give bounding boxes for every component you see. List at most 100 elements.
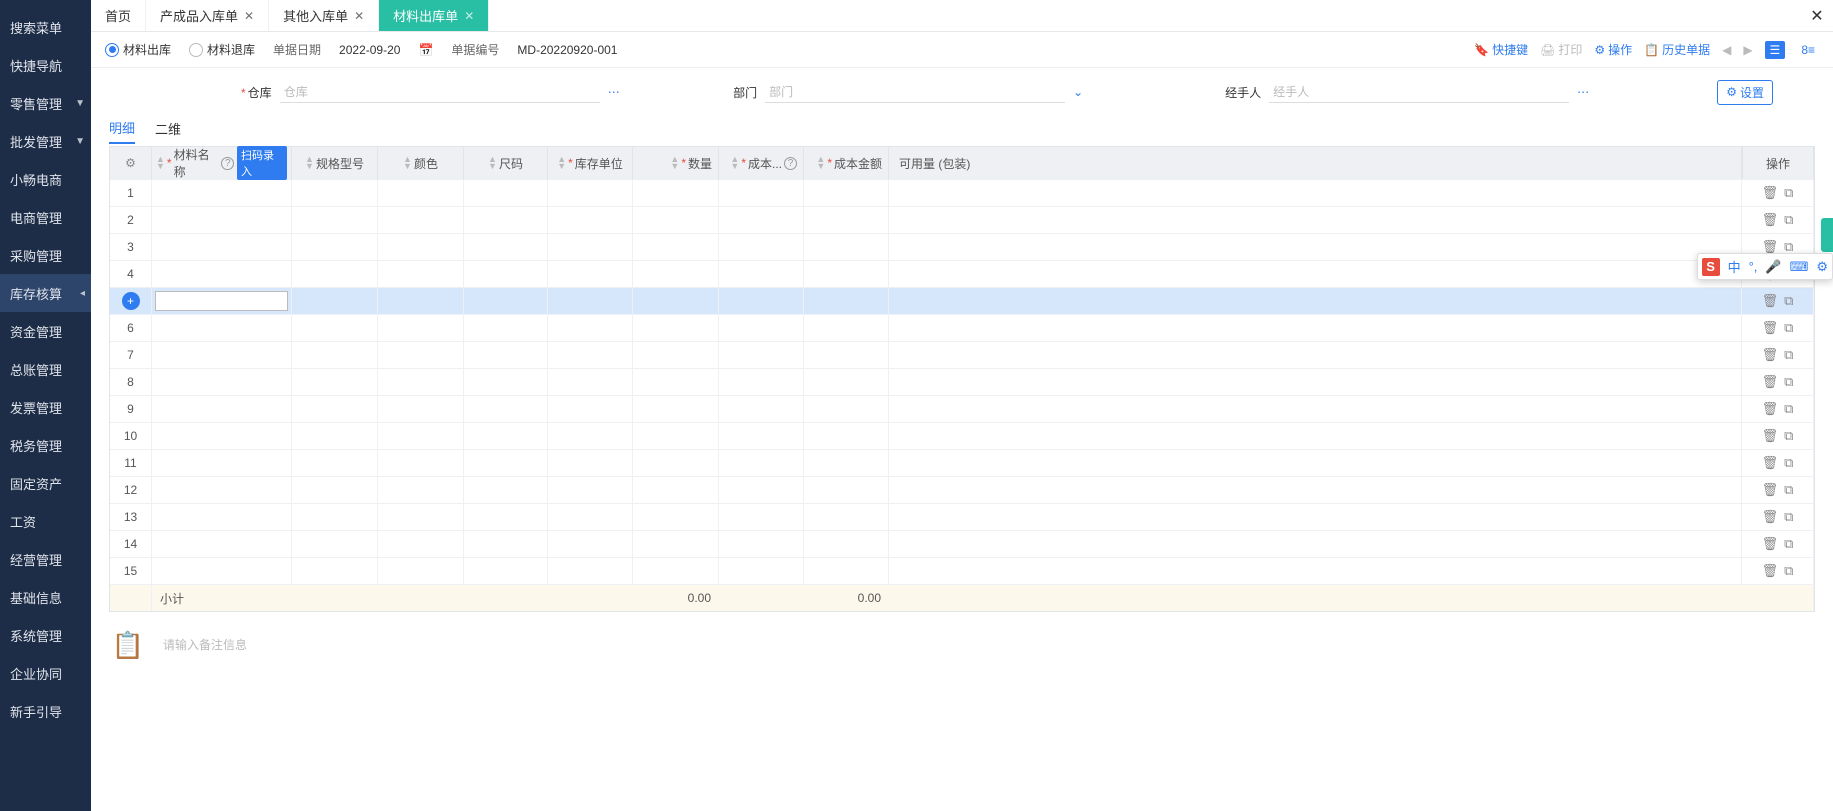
sidebar-item-15[interactable]: 基础信息 bbox=[0, 578, 91, 616]
tab-detail[interactable]: 明细 bbox=[109, 118, 135, 144]
table-row[interactable]: 10🗑⧉ bbox=[110, 422, 1814, 449]
delete-row-icon[interactable]: 🗑 bbox=[1762, 212, 1779, 228]
col-qty[interactable]: ▲▼*数量 bbox=[633, 147, 719, 179]
table-row[interactable]: 15🗑⧉ bbox=[110, 557, 1814, 584]
sidebar-item-11[interactable]: 税务管理 bbox=[0, 426, 91, 464]
help-icon[interactable]: ? bbox=[784, 157, 797, 170]
table-row[interactable]: 6🗑⧉ bbox=[110, 314, 1814, 341]
column-settings-icon[interactable]: ⚙ bbox=[110, 147, 152, 179]
sidebar-item-8[interactable]: 资金管理 bbox=[0, 312, 91, 350]
insert-row-icon[interactable]: ⧉ bbox=[1784, 347, 1793, 363]
sidebar-item-4[interactable]: 小畅电商 bbox=[0, 160, 91, 198]
sidebar-item-2[interactable]: 零售管理▼ bbox=[0, 84, 91, 122]
col-amount[interactable]: ▲▼*成本金额 bbox=[804, 147, 889, 179]
tab-3[interactable]: 材料出库单✕ bbox=[379, 0, 489, 31]
col-unit[interactable]: ▲▼*库存单位 bbox=[548, 147, 633, 179]
insert-row-icon[interactable]: ⧉ bbox=[1784, 401, 1793, 417]
tab-2[interactable]: 其他入库单✕ bbox=[269, 0, 379, 31]
col-cost[interactable]: ▲▼*成本...? bbox=[719, 147, 804, 179]
table-row[interactable]: 7🗑⧉ bbox=[110, 341, 1814, 368]
shortcut-button[interactable]: 🔖 快捷键 bbox=[1474, 41, 1528, 58]
radio-material-out[interactable]: 材料出库 bbox=[105, 41, 171, 58]
next-doc[interactable]: ▶ bbox=[1743, 43, 1752, 57]
action-button[interactable]: ⚙ 操作 bbox=[1594, 41, 1632, 58]
sidebar-item-18[interactable]: 新手引导 bbox=[0, 692, 91, 730]
sidebar-item-3[interactable]: 批发管理▼ bbox=[0, 122, 91, 160]
ime-lang[interactable]: 中 bbox=[1728, 257, 1741, 276]
insert-row-icon[interactable]: ⧉ bbox=[1784, 455, 1793, 471]
tab-close-icon[interactable]: ✕ bbox=[464, 9, 474, 23]
sidebar-item-5[interactable]: 电商管理 bbox=[0, 198, 91, 236]
counter-badge[interactable]: 8≡ bbox=[1797, 41, 1819, 59]
tab-1[interactable]: 产成品入库单✕ bbox=[146, 0, 269, 31]
col-material-name[interactable]: ▲▼*材料名称?扫码录入 bbox=[152, 147, 292, 179]
sidebar-item-14[interactable]: 经营管理 bbox=[0, 540, 91, 578]
insert-row-icon[interactable]: ⧉ bbox=[1784, 320, 1793, 336]
tab-0[interactable]: 首页 bbox=[91, 0, 146, 31]
sidebar-item-7[interactable]: 库存核算◂ bbox=[0, 274, 91, 312]
radio-material-return[interactable]: 材料退库 bbox=[189, 41, 255, 58]
table-row[interactable]: + 🗑 ⧉ bbox=[110, 287, 1814, 314]
ime-settings-icon[interactable]: ⚙ bbox=[1816, 259, 1828, 275]
insert-row-icon[interactable]: ⧉ bbox=[1784, 185, 1793, 201]
warehouse-more-icon[interactable]: ⋯ bbox=[608, 85, 621, 99]
delete-row-icon[interactable]: 🗑 bbox=[1762, 185, 1779, 201]
prev-doc[interactable]: ◀ bbox=[1722, 43, 1731, 57]
table-row[interactable]: 14🗑⧉ bbox=[110, 530, 1814, 557]
insert-row-icon[interactable]: ⧉ bbox=[1784, 293, 1793, 309]
delete-row-icon[interactable]: 🗑 bbox=[1762, 320, 1779, 336]
insert-row-icon[interactable]: ⧉ bbox=[1784, 536, 1793, 552]
insert-row-icon[interactable]: ⧉ bbox=[1784, 428, 1793, 444]
settings-button[interactable]: ⚙ 设置 bbox=[1717, 80, 1773, 105]
print-button[interactable]: 🖨 打印 bbox=[1540, 41, 1582, 58]
sidebar-item-17[interactable]: 企业协同 bbox=[0, 654, 91, 692]
delete-row-icon[interactable]: 🗑 bbox=[1762, 536, 1779, 552]
table-row[interactable]: 4🗑⧉ bbox=[110, 260, 1814, 287]
add-row-button[interactable]: + bbox=[122, 292, 140, 310]
insert-row-icon[interactable]: ⧉ bbox=[1784, 563, 1793, 579]
insert-row-icon[interactable]: ⧉ bbox=[1784, 212, 1793, 228]
col-spec[interactable]: ▲▼规格型号 bbox=[292, 147, 378, 179]
sidebar-item-16[interactable]: 系统管理 bbox=[0, 616, 91, 654]
delete-row-icon[interactable]: 🗑 bbox=[1762, 482, 1779, 498]
insert-row-icon[interactable]: ⧉ bbox=[1784, 374, 1793, 390]
side-drawer-handle[interactable] bbox=[1821, 218, 1833, 252]
view-list-icon[interactable]: ☰ bbox=[1765, 41, 1786, 59]
calendar-icon[interactable]: 📅 bbox=[418, 43, 433, 57]
tab-close-icon[interactable]: ✕ bbox=[354, 9, 364, 23]
table-row[interactable]: 9🗑⧉ bbox=[110, 395, 1814, 422]
delete-row-icon[interactable]: 🗑 bbox=[1762, 428, 1779, 444]
ime-voice-icon[interactable]: 🎤 bbox=[1765, 259, 1781, 275]
col-size[interactable]: ▲▼尺码 bbox=[464, 147, 548, 179]
date-value[interactable]: 2022-09-20 bbox=[339, 43, 400, 57]
help-icon[interactable]: ? bbox=[221, 157, 234, 170]
table-row[interactable]: 8🗑⧉ bbox=[110, 368, 1814, 395]
close-all-tabs[interactable]: ✕ bbox=[1801, 0, 1833, 31]
sidebar-item-6[interactable]: 采购管理 bbox=[0, 236, 91, 274]
ime-keyboard-icon[interactable]: ⌨ bbox=[1790, 259, 1809, 275]
sidebar-item-1[interactable]: 快捷导航 bbox=[0, 46, 91, 84]
table-row[interactable]: 11🗑⧉ bbox=[110, 449, 1814, 476]
col-color[interactable]: ▲▼颜色 bbox=[378, 147, 464, 179]
table-row[interactable]: 3🗑⧉ bbox=[110, 233, 1814, 260]
delete-row-icon[interactable]: 🗑 bbox=[1762, 509, 1779, 525]
insert-row-icon[interactable]: ⧉ bbox=[1784, 482, 1793, 498]
delete-row-icon[interactable]: 🗑 bbox=[1762, 293, 1779, 309]
table-row[interactable]: 12🗑⧉ bbox=[110, 476, 1814, 503]
table-row[interactable]: 2🗑⧉ bbox=[110, 206, 1814, 233]
sidebar-item-13[interactable]: 工资 bbox=[0, 502, 91, 540]
tab-close-icon[interactable]: ✕ bbox=[244, 9, 254, 23]
table-row[interactable]: 13🗑⧉ bbox=[110, 503, 1814, 530]
warehouse-input[interactable] bbox=[280, 82, 600, 103]
memo-input[interactable] bbox=[163, 638, 1815, 652]
delete-row-icon[interactable]: 🗑 bbox=[1762, 347, 1779, 363]
handler-input[interactable] bbox=[1269, 82, 1569, 103]
delete-row-icon[interactable]: 🗑 bbox=[1762, 401, 1779, 417]
table-row[interactable]: 1🗑⧉ bbox=[110, 179, 1814, 206]
history-button[interactable]: 📋 历史单据 bbox=[1644, 41, 1710, 58]
ime-toolbar[interactable]: S 中 °, 🎤 ⌨ ⚙ bbox=[1697, 253, 1833, 280]
delete-row-icon[interactable]: 🗑 bbox=[1762, 563, 1779, 579]
tab-2d[interactable]: 二维 bbox=[155, 119, 181, 143]
sidebar-item-10[interactable]: 发票管理 bbox=[0, 388, 91, 426]
handler-more-icon[interactable]: ⋯ bbox=[1577, 85, 1590, 99]
